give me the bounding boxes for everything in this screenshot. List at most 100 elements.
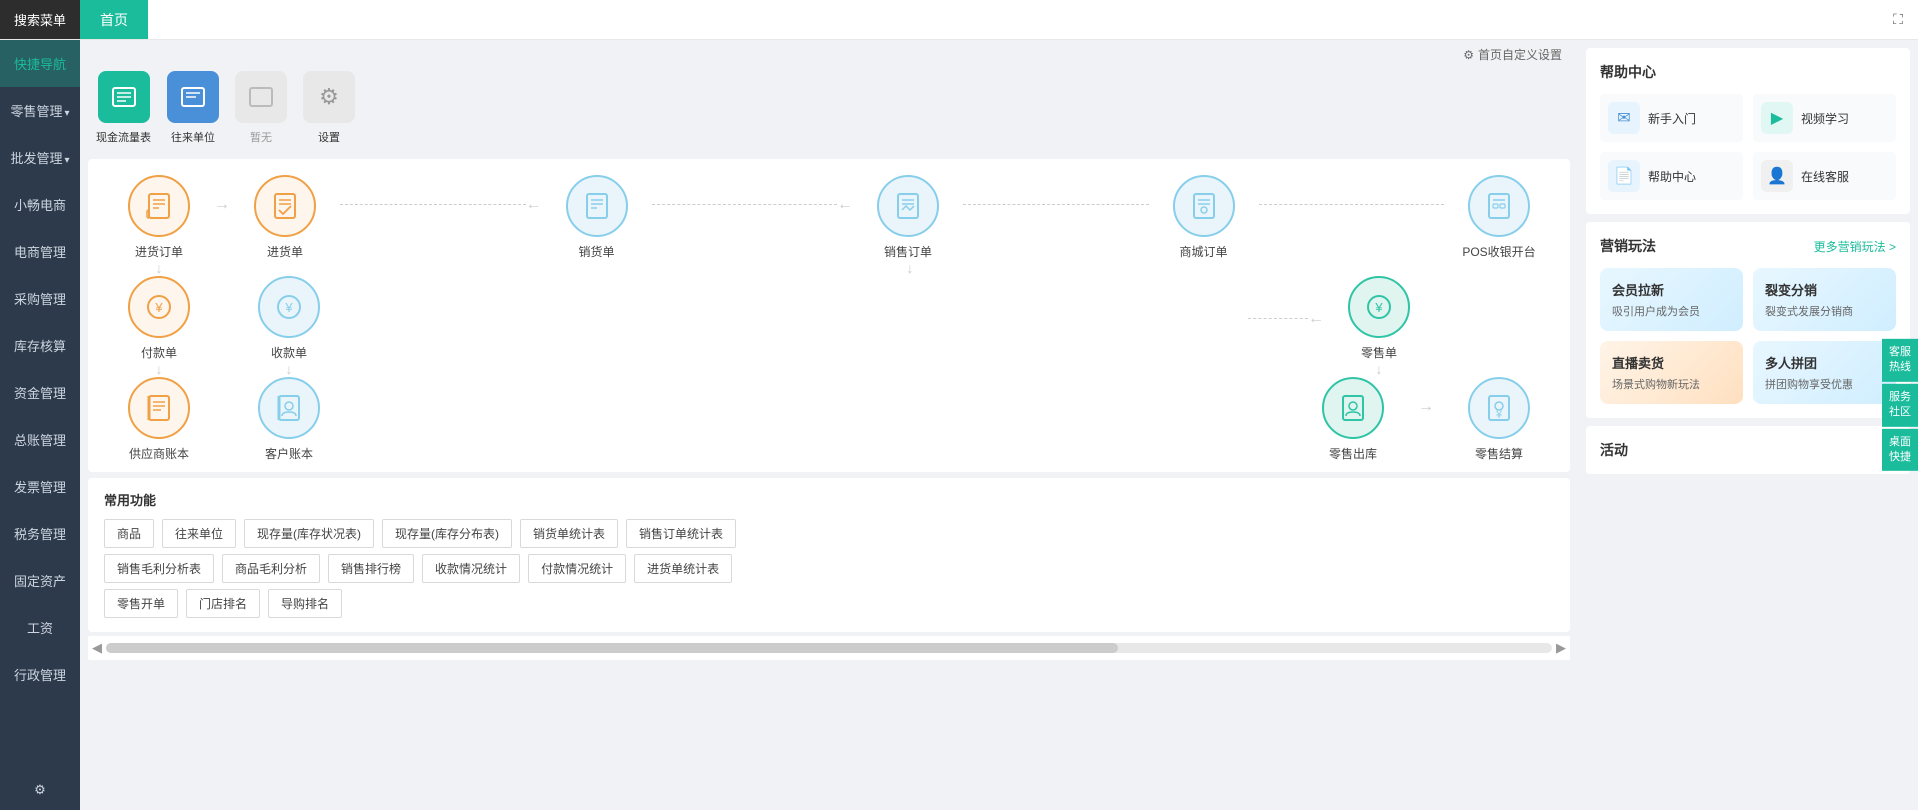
sidebar-item-fixed-assets[interactable]: 固定资产 <box>0 557 80 604</box>
flow-node-supplier-book[interactable]: 供应商账本 <box>104 377 214 462</box>
sales-label: 销货单 <box>578 243 614 260</box>
fission-title: 裂变分销 <box>1765 280 1884 299</box>
float-btn-service[interactable]: 客服热线 <box>1882 339 1918 382</box>
partner-icon <box>167 71 219 123</box>
float-buttons: 客服热线 服务社区 桌面快捷 <box>1882 339 1918 471</box>
svg-text:¥: ¥ <box>1374 300 1383 315</box>
sidebar-item-admin[interactable]: 行政管理 <box>0 651 80 698</box>
func-btn-gross-sales[interactable]: 销售毛利分析表 <box>104 554 214 583</box>
customer-book-label: 客户账本 <box>265 445 313 462</box>
sidebar-item-salary[interactable]: 工资 <box>0 604 80 651</box>
sales-order-label: 销售订单 <box>884 243 932 260</box>
scroll-right-arrow[interactable]: ▶ <box>1556 640 1566 656</box>
func-btn-store-rank[interactable]: 门店排名 <box>186 589 260 618</box>
homepage-customize-button[interactable]: ⚙ 首页自定义设置 <box>1463 46 1562 63</box>
func-btn-stock1[interactable]: 现存量(库存状况表) <box>244 519 374 548</box>
flow-node-payment[interactable]: ¥ 付款单 <box>104 276 214 361</box>
sidebar-item-ledger[interactable]: 总账管理 <box>0 416 80 463</box>
scroll-thumb <box>106 643 1118 653</box>
flow-node-purchase-order[interactable]: 进货订单 <box>104 175 214 260</box>
help-item-beginner[interactable]: ✉ 新手入门 <box>1600 94 1743 142</box>
settings-shortcut-icon: ⚙ <box>303 71 355 123</box>
marketing-more[interactable]: 更多营销玩法 > <box>1814 238 1896 255</box>
fullscreen-button[interactable]: ⛶ <box>1888 10 1908 30</box>
activity-title: 活动 <box>1600 440 1896 460</box>
flow-diagram: 进货订单 → 进货单 ← <box>88 159 1570 472</box>
help-item-service[interactable]: 👤 在线客服 <box>1753 152 1896 200</box>
flow-node-retail[interactable]: ¥ 零售单 <box>1324 276 1434 361</box>
marketing-member[interactable]: 会员拉新 吸引用户成为会员 <box>1600 268 1743 331</box>
sidebar-item-wholesale[interactable]: 批发管理▾ <box>0 134 80 181</box>
beginner-icon: ✉ <box>1608 102 1640 134</box>
sidebar-item-quicknav[interactable]: 快捷导航 <box>0 40 80 87</box>
sidebar-item-retail[interactable]: 零售管理▾ <box>0 87 80 134</box>
flow-node-sales[interactable]: 销货单 <box>542 175 652 260</box>
flow-row-2: ¥ 付款单 ¥ 收款单 <box>104 276 1554 361</box>
scroll-track[interactable] <box>106 643 1552 653</box>
func-btn-retail-order[interactable]: 零售开单 <box>104 589 178 618</box>
sidebar-item-xiaochang[interactable]: 小畅电商 <box>0 181 80 228</box>
sidebar-item-ecommerce[interactable]: 电商管理 <box>0 228 80 275</box>
sidebar-item-inventory[interactable]: 库存核算 <box>0 322 80 369</box>
vert-arrow-2: ↓ <box>855 260 965 276</box>
func-btn-sales-rank[interactable]: 销售排行榜 <box>328 554 414 583</box>
arrow-icon: ▾ <box>64 155 69 166</box>
func-btn-guide-rank[interactable]: 导购排名 <box>268 589 342 618</box>
shortcut-partner[interactable]: 往来单位 <box>167 71 219 145</box>
flow-node-mall-order[interactable]: 商城订单 <box>1149 175 1259 260</box>
help-item-help[interactable]: 📄 帮助中心 <box>1600 152 1743 200</box>
flow-node-customer-book[interactable]: 客户账本 <box>234 377 344 462</box>
cashflow-icon <box>98 71 150 123</box>
video-label: 视频学习 <box>1801 110 1849 127</box>
service-label: 在线客服 <box>1801 168 1849 185</box>
vert-arrow-5: ↓ <box>1324 361 1434 377</box>
func-btn-sales-order-stat[interactable]: 销售订单统计表 <box>626 519 736 548</box>
member-title: 会员拉新 <box>1612 280 1731 299</box>
help-item-video[interactable]: ▶ 视频学习 <box>1753 94 1896 142</box>
beginner-label: 新手入门 <box>1648 110 1696 127</box>
func-btn-partner[interactable]: 往来单位 <box>162 519 236 548</box>
shortcut-none[interactable]: 暂无 <box>235 71 287 145</box>
live-title: 直播卖货 <box>1612 353 1731 372</box>
func-btn-payment-stat[interactable]: 付款情况统计 <box>528 554 626 583</box>
scroll-left-arrow[interactable]: ◀ <box>92 640 102 656</box>
func-btn-gross-product[interactable]: 商品毛利分析 <box>222 554 320 583</box>
func-btn-product[interactable]: 商品 <box>104 519 154 548</box>
func-btn-stock2[interactable]: 现存量(库存分布表) <box>382 519 512 548</box>
float-btn-desktop[interactable]: 桌面快捷 <box>1882 428 1918 471</box>
func-row-3: 零售开单 门店排名 导购排名 <box>104 589 1554 618</box>
flow-node-purchase[interactable]: 进货单 <box>230 175 340 260</box>
vert-arrow-4: ↓ <box>234 361 344 377</box>
float-btn-community[interactable]: 服务社区 <box>1882 384 1918 427</box>
marketing-live[interactable]: 直播卖货 场景式购物新玩法 <box>1600 341 1743 404</box>
shortcut-cashflow[interactable]: 现金流量表 <box>96 71 151 145</box>
settings-icon[interactable]: ⚙ <box>0 770 80 810</box>
flow-node-retail-out[interactable]: 零售出库 <box>1298 377 1408 462</box>
func-btn-purchase-stat[interactable]: 进货单统计表 <box>634 554 732 583</box>
marketing-fission[interactable]: 裂变分销 裂变式发展分销商 <box>1753 268 1896 331</box>
tab-home[interactable]: 首页 <box>80 0 148 39</box>
partner-label: 往来单位 <box>171 129 215 145</box>
flow-node-receipt[interactable]: ¥ 收款单 <box>234 276 344 361</box>
purchase-order-label: 进货订单 <box>135 243 183 260</box>
svg-text:¥: ¥ <box>154 300 163 315</box>
sidebar-item-purchase[interactable]: 采购管理 <box>0 275 80 322</box>
func-btn-receipt-stat[interactable]: 收款情况统计 <box>422 554 520 583</box>
arrow-left-1: ← <box>526 196 542 214</box>
top-bar-right: ⛶ <box>1888 10 1918 30</box>
fission-desc: 裂变式发展分销商 <box>1765 303 1884 319</box>
search-menu-button[interactable]: 搜索菜单 <box>0 0 80 39</box>
shortcut-settings[interactable]: ⚙ 设置 <box>303 71 355 145</box>
retail-settle-label: 零售结算 <box>1475 445 1523 462</box>
sidebar-item-invoice[interactable]: 发票管理 <box>0 463 80 510</box>
marketing-group[interactable]: 多人拼团 拼团购物享受优惠 <box>1753 341 1896 404</box>
common-functions: 常用功能 商品 往来单位 现存量(库存状况表) 现存量(库存分布表) 销货单统计… <box>88 478 1570 632</box>
flow-node-sales-order[interactable]: 销售订单 <box>853 175 963 260</box>
vert-arrows-row: ↓ ↓ <box>104 260 1554 276</box>
retail-icon: ¥ <box>1348 276 1410 338</box>
flow-node-retail-settle[interactable]: ¥ 零售结算 <box>1444 377 1554 462</box>
sidebar-item-tax[interactable]: 税务管理 <box>0 510 80 557</box>
flow-node-pos[interactable]: POS收银开台 <box>1444 175 1554 260</box>
sidebar-item-finance[interactable]: 资金管理 <box>0 369 80 416</box>
func-btn-sales-stat[interactable]: 销货单统计表 <box>520 519 618 548</box>
